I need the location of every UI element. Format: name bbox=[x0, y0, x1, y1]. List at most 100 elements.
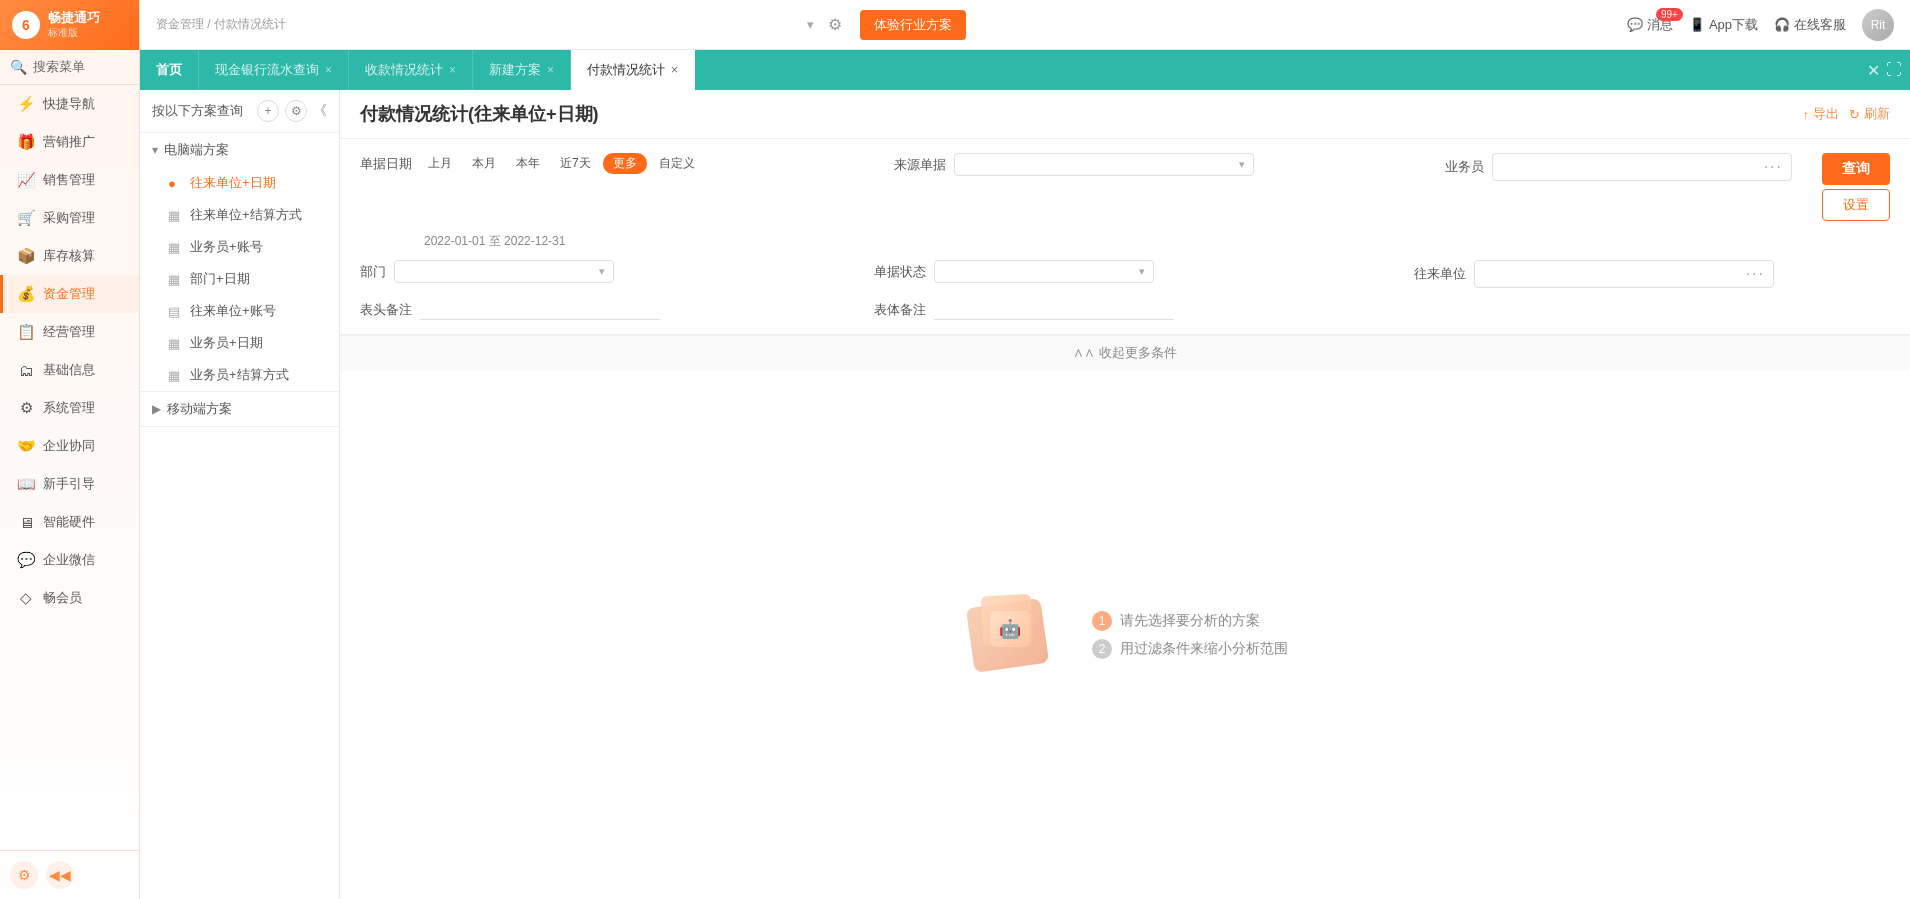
tab-receipt-stats[interactable]: 收款情况统计 × bbox=[349, 50, 473, 90]
date-btn-this-month[interactable]: 本月 bbox=[464, 153, 504, 174]
tab-close-icon[interactable]: × bbox=[449, 63, 456, 77]
tab-new-scheme[interactable]: 新建方案 × bbox=[473, 50, 571, 90]
sidebar-item-quick-nav[interactable]: ⚡ 快捷导航 bbox=[0, 85, 139, 123]
scheme-item-staff-date[interactable]: ▦ 业务员+日期 bbox=[140, 327, 339, 359]
sidebar-item-member[interactable]: ◇ 畅会员 bbox=[0, 579, 139, 617]
scheme-collapse-icon[interactable]: 《 bbox=[313, 102, 327, 120]
scheme-group-header-mobile[interactable]: ▶ 移动端方案 bbox=[140, 392, 339, 426]
staff-select[interactable]: ··· bbox=[1492, 153, 1792, 181]
sidebar-item-label: 新手引导 bbox=[43, 475, 95, 493]
tab-close-icon[interactable]: × bbox=[671, 63, 678, 77]
doc-status-filter: 单据状态 ▾ bbox=[874, 260, 1154, 283]
scheme-item-dept-date[interactable]: ▦ 部门+日期 bbox=[140, 263, 339, 295]
sidebar-search[interactable]: 🔍 搜索菜单 bbox=[0, 50, 139, 85]
date-btn-more[interactable]: 更多 bbox=[603, 153, 647, 174]
unit-select[interactable]: ··· bbox=[1474, 260, 1774, 288]
sidebar-settings-btn[interactable]: ⚙ bbox=[10, 861, 38, 889]
refresh-btn[interactable]: ↻ 刷新 bbox=[1849, 105, 1890, 123]
sidebar-item-finance[interactable]: 💰 资金管理 bbox=[0, 275, 139, 313]
breadcrumb: 资金管理 / 付款情况统计 bbox=[156, 16, 797, 33]
tab-label: 新建方案 bbox=[489, 61, 541, 79]
tab-expand-btn[interactable]: ⛶ bbox=[1886, 61, 1902, 79]
scheme-item-staff-settle[interactable]: ▦ 业务员+结算方式 bbox=[140, 359, 339, 391]
scheme-panel-actions: + ⚙ 《 bbox=[257, 100, 327, 122]
trial-btn[interactable]: 体验行业方案 bbox=[860, 10, 966, 40]
tabs-actions: ✕ ⛶ bbox=[1859, 61, 1910, 80]
sidebar-search-label: 搜索菜单 bbox=[33, 58, 85, 76]
sidebar-item-guide[interactable]: 📖 新手引导 bbox=[0, 465, 139, 503]
sidebar-item-sales[interactable]: 📈 销售管理 bbox=[0, 161, 139, 199]
scheme-group-desktop: ▾ 电脑端方案 ● 往来单位+日期 ▦ 往来单位+结算方式 ▦ 业务员+账号 ▦ bbox=[140, 133, 339, 392]
export-btn[interactable]: ↑ 导出 bbox=[1803, 105, 1840, 123]
date-btn-this-year[interactable]: 本年 bbox=[508, 153, 548, 174]
sidebar-item-basic[interactable]: 🗂 基础信息 bbox=[0, 351, 139, 389]
chevron-right-icon: ▶ bbox=[152, 402, 161, 416]
message-icon: 💬 bbox=[1627, 17, 1643, 32]
sidebar-item-operation[interactable]: 📋 经营管理 bbox=[0, 313, 139, 351]
staff-filter: 业务员 ··· bbox=[1445, 153, 1792, 181]
sidebar-item-collab[interactable]: 🤝 企业协同 bbox=[0, 427, 139, 465]
table-body-note-input[interactable] bbox=[934, 300, 1174, 320]
tab-home[interactable]: 首页 bbox=[140, 50, 199, 90]
tab-payment-stats[interactable]: 付款情况统计 × bbox=[571, 50, 695, 90]
empty-tips: 1 请先选择要分析的方案 2 用过滤条件来缩小分析范围 bbox=[1092, 611, 1288, 659]
scheme-group-header-desktop[interactable]: ▾ 电脑端方案 bbox=[140, 133, 339, 167]
scheme-item-label: 往来单位+结算方式 bbox=[190, 206, 302, 224]
sidebar: 6 畅捷通巧 标准版 🔍 搜索菜单 ⚡ 快捷导航 🎁 营销推广 📈 销售管理 🛒… bbox=[0, 0, 140, 899]
scheme-item-icon: ▦ bbox=[168, 272, 184, 287]
online-service-btn[interactable]: 🎧 在线客服 bbox=[1774, 16, 1846, 34]
setting-btn[interactable]: 设置 bbox=[1822, 189, 1890, 221]
user-avatar[interactable]: Rit bbox=[1862, 9, 1894, 41]
tab-cash-flow[interactable]: 现金银行流水查询 × bbox=[199, 50, 349, 90]
tip-text-1: 请先选择要分析的方案 bbox=[1120, 612, 1260, 630]
scheme-item-label: 部门+日期 bbox=[190, 270, 250, 288]
query-btn[interactable]: 查询 bbox=[1822, 153, 1890, 185]
scheme-group-label: 电脑端方案 bbox=[164, 141, 327, 159]
sidebar-collapse-btn[interactable]: ◀◀ bbox=[46, 861, 74, 889]
message-btn[interactable]: 💬 消息 99+ bbox=[1627, 16, 1673, 34]
topbar-gear-icon[interactable]: ⚙ bbox=[828, 15, 842, 34]
collab-icon: 🤝 bbox=[17, 437, 35, 455]
sidebar-item-label: 基础信息 bbox=[43, 361, 95, 379]
sidebar-logo: 畅捷通巧 标准版 bbox=[48, 10, 100, 40]
sidebar-item-wechat[interactable]: 💬 企业微信 bbox=[0, 541, 139, 579]
tab-close-icon[interactable]: × bbox=[547, 63, 554, 77]
date-btn-last-month[interactable]: 上月 bbox=[420, 153, 460, 174]
tab-window-close-btn[interactable]: ✕ bbox=[1867, 61, 1880, 80]
scheme-item-staff-account[interactable]: ▦ 业务员+账号 bbox=[140, 231, 339, 263]
staff-label: 业务员 bbox=[1445, 158, 1484, 176]
refresh-label: 刷新 bbox=[1864, 105, 1890, 123]
source-select[interactable]: ▾ bbox=[954, 153, 1254, 176]
sidebar-item-marketing[interactable]: 🎁 营销推广 bbox=[0, 123, 139, 161]
message-badge: 99+ bbox=[1656, 8, 1683, 21]
inventory-icon: 📦 bbox=[17, 247, 35, 265]
scheme-add-btn[interactable]: + bbox=[257, 100, 279, 122]
sidebar-item-system[interactable]: ⚙ 系统管理 bbox=[0, 389, 139, 427]
sidebar-item-purchase[interactable]: 🛒 采购管理 bbox=[0, 199, 139, 237]
sidebar-item-label: 企业协同 bbox=[43, 437, 95, 455]
scheme-settings-btn[interactable]: ⚙ bbox=[285, 100, 307, 122]
sidebar-item-inventory[interactable]: 📦 库存核算 bbox=[0, 237, 139, 275]
date-range-text: 2022-01-01 至 2022-12-31 bbox=[424, 234, 565, 248]
table-head-note-input[interactable] bbox=[420, 300, 660, 320]
collapse-icon: ∧∧ bbox=[1073, 345, 1099, 360]
scheme-item-icon: ▦ bbox=[168, 336, 184, 351]
collapse-conditions-btn[interactable]: ∧∧ 收起更多条件 bbox=[340, 335, 1910, 370]
finance-icon: 💰 bbox=[17, 285, 35, 303]
quick-nav-icon: ⚡ bbox=[17, 95, 35, 113]
scheme-item-unit-date[interactable]: ● 往来单位+日期 bbox=[140, 167, 339, 199]
table-body-note-label: 表体备注 bbox=[874, 301, 926, 319]
sidebar-item-hardware[interactable]: 🖥 智能硬件 bbox=[0, 503, 139, 541]
wechat-icon: 💬 bbox=[17, 551, 35, 569]
date-btn-custom[interactable]: 自定义 bbox=[651, 153, 703, 174]
date-btn-7days[interactable]: 近7天 bbox=[552, 153, 599, 174]
doc-status-select[interactable]: ▾ bbox=[934, 260, 1154, 283]
scheme-panel-header: 按以下方案查询 + ⚙ 《 bbox=[140, 90, 339, 133]
scheme-item-unit-account[interactable]: ▤ 往来单位+账号 bbox=[140, 295, 339, 327]
marketing-icon: 🎁 bbox=[17, 133, 35, 151]
tab-close-icon[interactable]: × bbox=[325, 63, 332, 77]
dept-select[interactable]: ▾ bbox=[394, 260, 614, 283]
app-download-btn[interactable]: 📱 App下载 bbox=[1689, 16, 1758, 34]
scheme-item-unit-settle[interactable]: ▦ 往来单位+结算方式 bbox=[140, 199, 339, 231]
tabs-bar: 首页 现金银行流水查询 × 收款情况统计 × 新建方案 × 付款情况统计 × ✕… bbox=[140, 50, 1910, 90]
